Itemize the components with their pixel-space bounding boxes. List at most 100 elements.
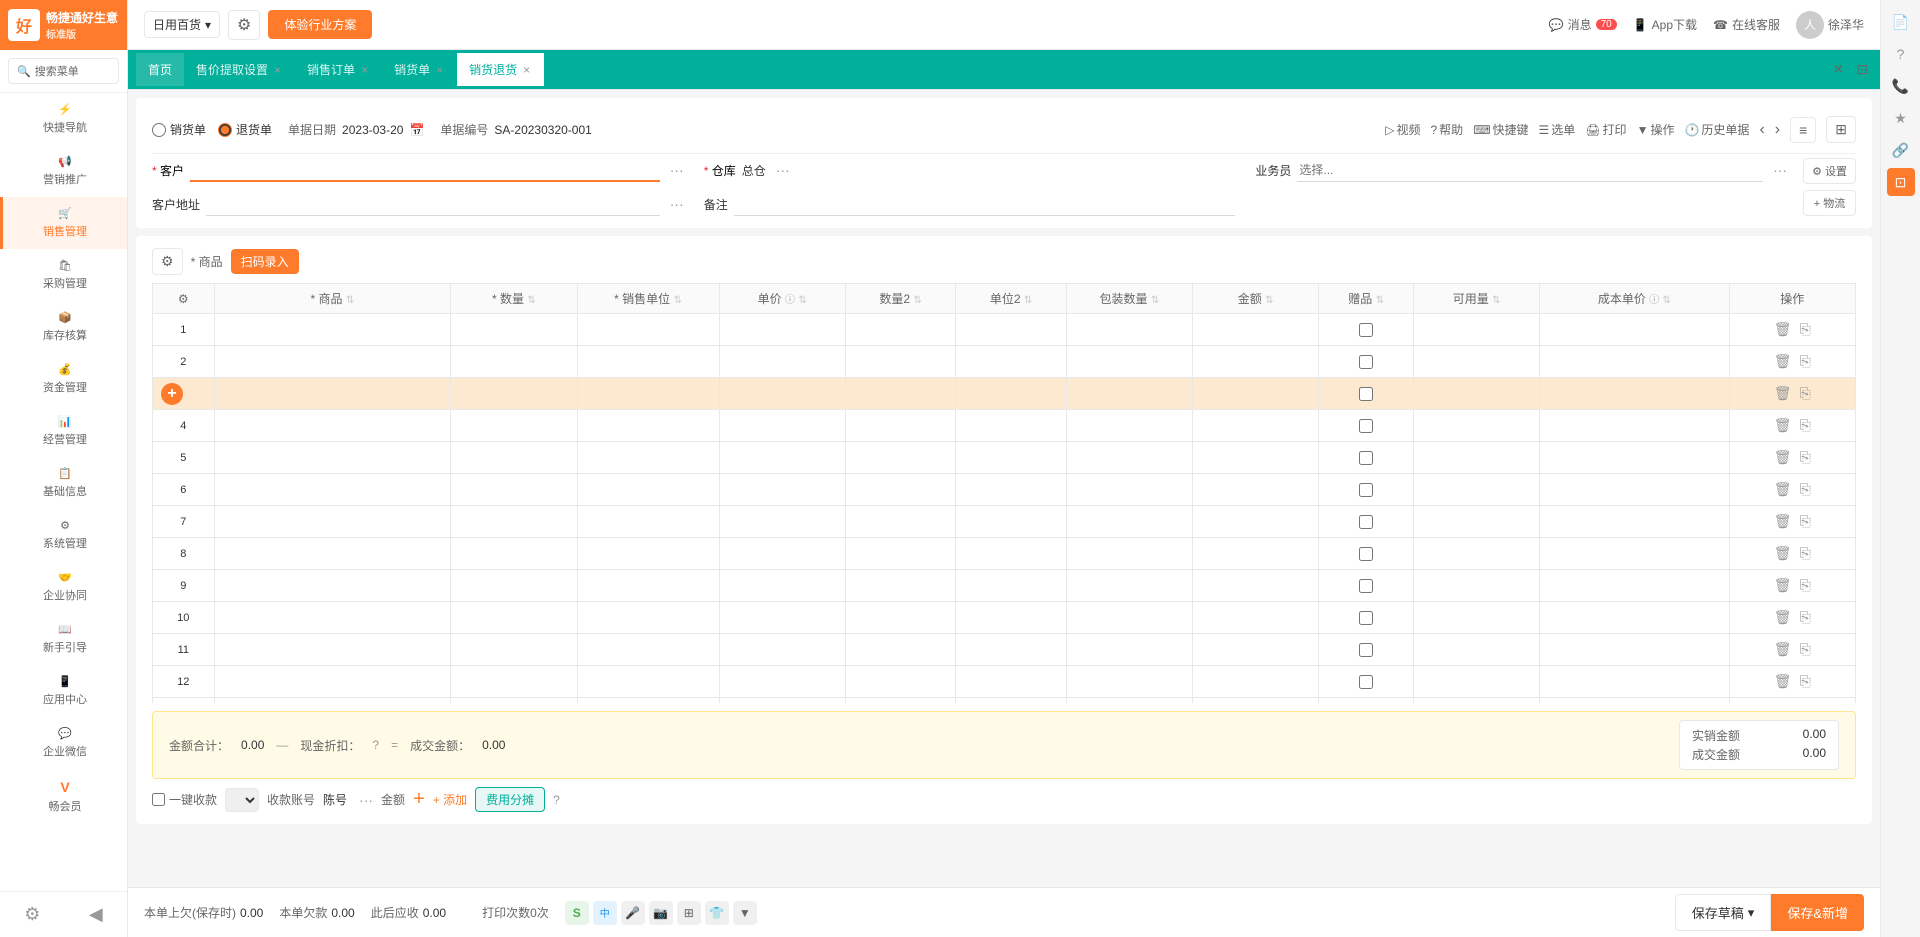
gift-checkbox[interactable] [1359, 323, 1373, 337]
view-list-btn[interactable]: ≡ [1790, 117, 1816, 143]
unit-cell[interactable] [577, 346, 719, 378]
sidebar-item-quick[interactable]: ⚡ 快捷导航 [0, 93, 127, 145]
calendar-icon[interactable]: 📅 [409, 123, 424, 137]
price-cell[interactable] [719, 314, 845, 346]
add-payment-btn[interactable]: + [413, 788, 425, 811]
user-menu[interactable]: 人 徐泽华 [1796, 11, 1864, 39]
select-bill-btn[interactable]: ☰ 选单 [1539, 121, 1576, 138]
qty2-cell[interactable] [845, 314, 955, 346]
tab-close-icon[interactable]: × [272, 63, 283, 77]
sort-icon[interactable]: ⇅ [1151, 295, 1159, 306]
gift-checkbox[interactable] [1359, 611, 1373, 625]
qty-cell[interactable] [451, 346, 577, 378]
copy-row-btn[interactable]: ⎘ [1798, 543, 1813, 564]
close-tab-btn[interactable]: ✕ [1829, 57, 1849, 82]
status-icon-s[interactable]: S [565, 901, 589, 925]
sidebar-item-operations[interactable]: 📊 经营管理 [0, 405, 127, 457]
remark-input[interactable] [734, 193, 1236, 216]
view-grid-btn[interactable]: ⊞ [1826, 116, 1856, 143]
right-panel-phone-btn[interactable]: 📞 [1887, 72, 1915, 100]
sort-icon[interactable]: ⇅ [798, 295, 806, 306]
sort-icon[interactable]: ⇅ [527, 295, 535, 306]
form-settings-btn[interactable]: ⚙ 设置 [1803, 158, 1856, 184]
cost-cell[interactable] [1540, 314, 1729, 346]
address-picker-btn[interactable]: ··· [670, 196, 684, 212]
tab-close-icon[interactable]: × [434, 63, 445, 77]
tab-home[interactable]: 首页 [136, 53, 184, 86]
customer-input[interactable] [190, 158, 660, 182]
status-icon-mic[interactable]: 🎤 [621, 901, 645, 925]
tab-close-icon[interactable]: × [521, 63, 532, 77]
status-icon-table[interactable]: ⊞ [677, 901, 701, 925]
module-select[interactable]: 日用百货 ▾ [144, 11, 220, 38]
gift-checkbox[interactable] [1359, 579, 1373, 593]
pkg-cell[interactable] [1066, 346, 1192, 378]
fee-split-btn[interactable]: 费用分摊 [475, 787, 545, 812]
copy-row-btn[interactable]: ⎘ [1798, 479, 1813, 500]
available-cell[interactable] [1413, 346, 1539, 378]
unit2-cell[interactable] [956, 346, 1066, 378]
qty2-cell[interactable] [845, 378, 955, 410]
radio-return[interactable]: 退货单 [218, 121, 272, 138]
staff-input[interactable] [1297, 159, 1763, 182]
status-icon-cam[interactable]: 📷 [649, 901, 673, 925]
gift-checkbox[interactable] [1359, 515, 1373, 529]
account-picker-btn[interactable]: ··· [359, 792, 373, 808]
qty-cell[interactable] [451, 378, 577, 410]
copy-row-btn[interactable]: ⎘ [1798, 415, 1813, 436]
save-new-btn[interactable]: 保存&新增 [1771, 894, 1864, 931]
app-download-btn[interactable]: 📱 App下载 [1633, 16, 1697, 33]
sidebar-item-sales[interactable]: 🛒 销售管理 [0, 197, 127, 249]
messages-btn[interactable]: 💬 消息 70 [1549, 16, 1617, 33]
scan-input-btn[interactable]: 扫码录入 [231, 249, 299, 274]
pkg-cell[interactable] [1066, 314, 1192, 346]
unit-cell[interactable] [577, 378, 719, 410]
amount-cell[interactable] [1193, 378, 1319, 410]
delete-row-btn[interactable]: 🗑 [1772, 383, 1794, 404]
add-row-btn[interactable]: + [161, 383, 183, 405]
sort-icon[interactable]: ⇅ [1024, 295, 1032, 306]
sort-icon[interactable]: ⇅ [1663, 295, 1671, 306]
sidebar-item-collab[interactable]: 🤝 企业协同 [0, 561, 127, 613]
gift-checkbox[interactable] [1359, 387, 1373, 401]
copy-row-btn[interactable]: ⎘ [1798, 639, 1813, 660]
collapse-btn[interactable]: ◀ [85, 900, 107, 929]
status-icon-shirt[interactable]: 👕 [705, 901, 729, 925]
topbar-settings-btn[interactable]: ⚙ [228, 10, 260, 40]
gift-checkbox[interactable] [1359, 675, 1373, 689]
settle-method-select[interactable] [225, 788, 259, 812]
status-icon-zh[interactable]: 中 [593, 901, 617, 925]
goods-cell-input[interactable] [214, 378, 451, 410]
sidebar-item-basic-info[interactable]: 📋 基础信息 [0, 457, 127, 509]
gift-checkbox[interactable] [1359, 547, 1373, 561]
maximize-btn[interactable]: ⊡ [1852, 57, 1872, 82]
sidebar-item-purchase[interactable]: 🛍 采购管理 [0, 249, 127, 301]
amount-cell[interactable] [1193, 314, 1319, 346]
available-cell[interactable] [1413, 378, 1539, 410]
unit-cell[interactable] [577, 314, 719, 346]
qty2-cell[interactable] [845, 346, 955, 378]
delete-row-btn[interactable]: 🗑 [1772, 447, 1794, 468]
sidebar-item-system[interactable]: ⚙ 系统管理 [0, 509, 127, 561]
goods-cell[interactable] [214, 314, 451, 346]
cost-cell[interactable] [1540, 378, 1729, 410]
tab-price-settings[interactable]: 售价提取设置 × [184, 53, 295, 86]
available-cell[interactable] [1413, 314, 1539, 346]
unit2-cell[interactable] [956, 378, 1066, 410]
sidebar-item-guide[interactable]: 📖 新手引导 [0, 613, 127, 665]
right-panel-screen-btn[interactable]: ⊡ [1887, 168, 1915, 196]
copy-row-btn[interactable]: ⎘ [1798, 319, 1813, 340]
copy-row-btn[interactable]: ⎘ [1798, 447, 1813, 468]
save-draft-btn[interactable]: 保存草稿 ▾ [1675, 894, 1772, 931]
delete-row-btn[interactable]: 🗑 [1772, 639, 1794, 660]
delete-row-btn[interactable]: 🗑 [1772, 607, 1794, 628]
sidebar-item-marketing[interactable]: 📢 营销推广 [0, 145, 127, 197]
unit2-cell[interactable] [956, 314, 1066, 346]
history-btn[interactable]: 🕐 历史单据 [1684, 121, 1749, 138]
tab-close-icon[interactable]: × [359, 63, 370, 77]
price-cell[interactable] [719, 346, 845, 378]
delete-row-btn[interactable]: 🗑 [1772, 543, 1794, 564]
sort-icon[interactable]: ⇅ [1265, 295, 1273, 306]
cost-cell[interactable] [1540, 346, 1729, 378]
delete-row-btn[interactable]: 🗑 [1772, 671, 1794, 692]
